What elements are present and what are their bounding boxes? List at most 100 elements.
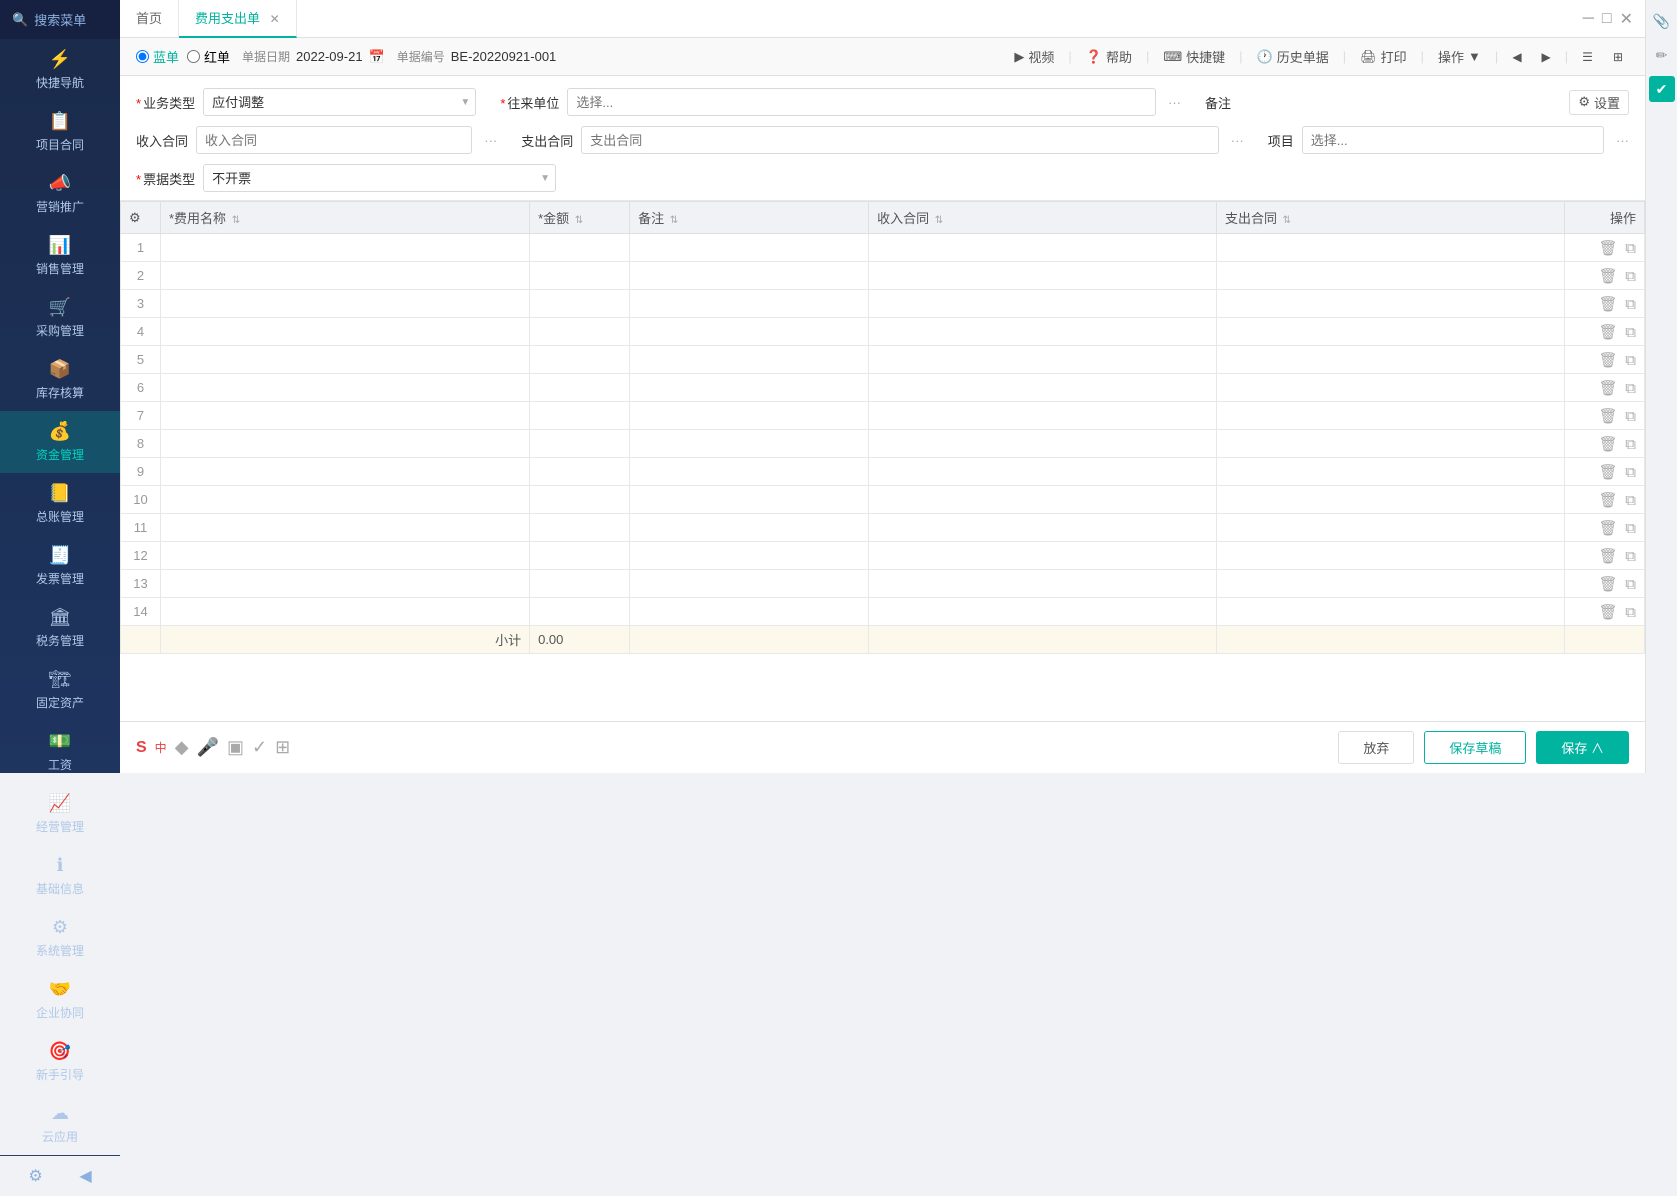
biz-type-select[interactable]: 应付调整 xyxy=(203,88,476,116)
amount-cell-12[interactable] xyxy=(530,542,630,570)
expense-contract-input[interactable] xyxy=(581,126,1218,154)
sort-income-icon[interactable]: ⇅ xyxy=(935,215,943,226)
expense-name-cell-13[interactable] xyxy=(161,570,530,598)
expense-contract-more-icon[interactable]: ··· xyxy=(1231,133,1244,148)
copy-row-13-icon[interactable]: ⧉ xyxy=(1625,576,1636,593)
tab-close-expense-bill[interactable]: ✕ xyxy=(270,12,280,26)
grid-view-btn[interactable]: ⊞ xyxy=(1607,48,1629,66)
save-btn[interactable]: 保存 ∧ xyxy=(1536,731,1629,764)
amount-cell-7[interactable] xyxy=(530,402,630,430)
delete-row-6-icon[interactable]: 🗑 xyxy=(1599,380,1618,397)
list-view-btn[interactable]: ☰ xyxy=(1576,48,1599,66)
expense-name-cell-14[interactable] xyxy=(161,598,530,626)
income-contract-cell-11[interactable] xyxy=(869,514,1217,542)
expense-name-cell-3[interactable] xyxy=(161,290,530,318)
expense-name-cell-4[interactable] xyxy=(161,318,530,346)
expense-name-cell-5[interactable] xyxy=(161,346,530,374)
amount-cell-11[interactable] xyxy=(530,514,630,542)
sort-amount-icon[interactable]: ⇅ xyxy=(575,215,583,226)
copy-row-10-icon[interactable]: ⧉ xyxy=(1625,492,1636,509)
project-input[interactable] xyxy=(1302,126,1604,154)
remark-cell-2[interactable] xyxy=(630,262,869,290)
delete-row-11-icon[interactable]: 🗑 xyxy=(1599,520,1618,537)
copy-row-8-icon[interactable]: ⧉ xyxy=(1625,436,1636,453)
sidebar-item-new-user[interactable]: 🎯新手引导 xyxy=(0,1031,120,1093)
expense-name-cell-6[interactable] xyxy=(161,374,530,402)
tab-expense-bill[interactable]: 费用支出单 ✕ xyxy=(179,0,297,38)
col-settings[interactable]: ⚙ xyxy=(121,202,161,234)
income-contract-cell-12[interactable] xyxy=(869,542,1217,570)
expense-contract-cell-1[interactable] xyxy=(1217,234,1565,262)
remark-cell-5[interactable] xyxy=(630,346,869,374)
next-btn[interactable]: ▶ xyxy=(1536,48,1557,66)
remark-cell-12[interactable] xyxy=(630,542,869,570)
amount-cell-10[interactable] xyxy=(530,486,630,514)
expense-contract-cell-4[interactable] xyxy=(1217,318,1565,346)
expense-name-cell-1[interactable] xyxy=(161,234,530,262)
expense-contract-cell-5[interactable] xyxy=(1217,346,1565,374)
income-contract-cell-13[interactable] xyxy=(869,570,1217,598)
history-btn[interactable]: 🕐 历史单据 xyxy=(1251,45,1335,68)
remark-cell-10[interactable] xyxy=(630,486,869,514)
maximize-btn[interactable]: □ xyxy=(1602,10,1612,28)
expense-contract-cell-6[interactable] xyxy=(1217,374,1565,402)
close-btn[interactable]: ✕ xyxy=(1620,9,1633,29)
expense-name-cell-8[interactable] xyxy=(161,430,530,458)
expense-contract-cell-14[interactable] xyxy=(1217,598,1565,626)
expense-contract-cell-3[interactable] xyxy=(1217,290,1565,318)
remark-cell-8[interactable] xyxy=(630,430,869,458)
sidebar-item-payroll[interactable]: 💵工资 xyxy=(0,721,120,783)
income-contract-cell-7[interactable] xyxy=(869,402,1217,430)
copy-row-9-icon[interactable]: ⧉ xyxy=(1625,464,1636,481)
mic-icon[interactable]: 🎤 xyxy=(197,737,219,758)
copy-row-5-icon[interactable]: ⧉ xyxy=(1625,352,1636,369)
copy-row-11-icon[interactable]: ⧉ xyxy=(1625,520,1636,537)
calendar-icon[interactable]: 📅 xyxy=(369,49,385,65)
sidebar-search[interactable]: 🔍 搜索菜单 xyxy=(0,0,120,39)
expense-contract-cell-11[interactable] xyxy=(1217,514,1565,542)
tab-home[interactable]: 首页 xyxy=(120,0,179,38)
delete-row-14-icon[interactable]: 🗑 xyxy=(1599,604,1618,621)
expense-contract-cell-12[interactable] xyxy=(1217,542,1565,570)
operations-btn[interactable]: 操作 ▼ xyxy=(1432,45,1487,68)
video-btn[interactable]: ▶ 视频 xyxy=(1008,45,1060,68)
copy-row-6-icon[interactable]: ⧉ xyxy=(1625,380,1636,397)
grid3-icon[interactable]: ⊞ xyxy=(275,737,290,758)
delete-row-4-icon[interactable]: 🗑 xyxy=(1599,324,1618,341)
delete-row-13-icon[interactable]: 🗑 xyxy=(1599,576,1618,593)
right-panel-edit-icon[interactable]: ✏ xyxy=(1649,42,1675,68)
sidebar-item-fixed-assets[interactable]: 🏗固定资产 xyxy=(0,659,120,721)
volume-icon[interactable]: ◀ xyxy=(79,1166,91,1186)
blue-bill-radio[interactable]: 蓝单 xyxy=(136,47,179,66)
copy-row-12-icon[interactable]: ⧉ xyxy=(1625,548,1636,565)
income-contract-cell-3[interactable] xyxy=(869,290,1217,318)
partner-more-icon[interactable]: ··· xyxy=(1168,95,1181,110)
remark-cell-6[interactable] xyxy=(630,374,869,402)
delete-row-5-icon[interactable]: 🗑 xyxy=(1599,352,1618,369)
expense-name-cell-7[interactable] xyxy=(161,402,530,430)
sidebar-item-sys-mgmt[interactable]: ⚙系统管理 xyxy=(0,907,120,969)
income-contract-more-icon[interactable]: ··· xyxy=(484,133,497,148)
sidebar-item-project-contract[interactable]: 📋项目合同 xyxy=(0,101,120,163)
check-icon[interactable]: ✓ xyxy=(252,737,267,758)
income-contract-input[interactable] xyxy=(196,126,472,154)
amount-cell-1[interactable] xyxy=(530,234,630,262)
remark-cell-4[interactable] xyxy=(630,318,869,346)
print-btn[interactable]: 🖨 打印 xyxy=(1354,45,1413,68)
delete-row-9-icon[interactable]: 🗑 xyxy=(1599,464,1618,481)
expense-name-cell-9[interactable] xyxy=(161,458,530,486)
income-contract-cell-2[interactable] xyxy=(869,262,1217,290)
sidebar-item-general-ledger[interactable]: 📒总账管理 xyxy=(0,473,120,535)
delete-row-10-icon[interactable]: 🗑 xyxy=(1599,492,1618,509)
diamond-icon[interactable]: ◆ xyxy=(175,737,189,758)
expense-name-cell-10[interactable] xyxy=(161,486,530,514)
minimize-btn[interactable]: ─ xyxy=(1583,10,1594,28)
delete-row-1-icon[interactable]: 🗑 xyxy=(1599,240,1618,257)
partner-input[interactable] xyxy=(567,88,1156,116)
remark-cell-11[interactable] xyxy=(630,514,869,542)
sidebar-item-sales-mgmt[interactable]: 📊销售管理 xyxy=(0,225,120,287)
expense-name-cell-11[interactable] xyxy=(161,514,530,542)
income-contract-cell-8[interactable] xyxy=(869,430,1217,458)
sidebar-item-purchase-mgmt[interactable]: 🛒采购管理 xyxy=(0,287,120,349)
expense-contract-cell-9[interactable] xyxy=(1217,458,1565,486)
